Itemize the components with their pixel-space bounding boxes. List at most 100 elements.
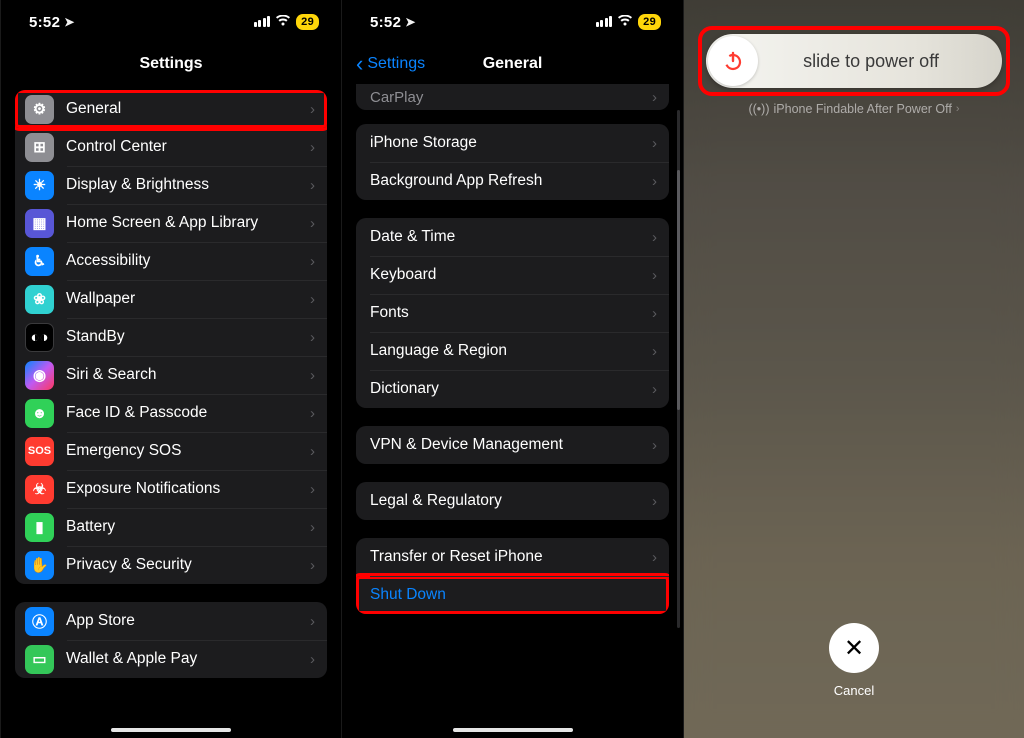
general-icon: ⚙︎ xyxy=(25,95,54,124)
display-icon: ☀︎ xyxy=(25,171,54,200)
row-privacy[interactable]: ✋Privacy & Security› xyxy=(15,546,327,584)
row-transfer-reset[interactable]: Transfer or Reset iPhone› xyxy=(356,538,669,576)
home-indicator[interactable] xyxy=(453,728,573,732)
screenshot-settings-root: 5:52 ➤ 29 Settings ⚙︎General›⊞Control Ce… xyxy=(0,0,341,738)
findmy-icon: ((•)) xyxy=(748,102,769,116)
chevron-right-icon: › xyxy=(310,443,315,460)
chevron-right-icon: › xyxy=(652,549,657,566)
location-icon: ➤ xyxy=(405,15,415,29)
battery-icon: ▮ xyxy=(25,513,54,542)
back-button[interactable]: ‹ Settings xyxy=(356,44,425,84)
chevron-right-icon: › xyxy=(652,305,657,322)
settings-scroll[interactable]: ⚙︎General›⊞Control Center›☀︎Display & Br… xyxy=(1,84,341,738)
row-label: General xyxy=(66,100,310,118)
chevron-right-icon: › xyxy=(310,481,315,498)
cellular-icon xyxy=(254,16,271,27)
exposure-icon: ☣ xyxy=(25,475,54,504)
row-shut-down[interactable]: Shut Down xyxy=(356,576,669,614)
page-title: General xyxy=(483,55,543,73)
row-label: Face ID & Passcode xyxy=(66,404,310,422)
chevron-right-icon: › xyxy=(652,493,657,510)
row-carplay-partial[interactable]: CarPlay › xyxy=(356,84,669,110)
findable-message[interactable]: ((•)) iPhone Findable After Power Off › xyxy=(684,102,1024,116)
home-screen-icon: ▦ xyxy=(25,209,54,238)
row-label: Dictionary xyxy=(370,380,652,398)
row-vpn[interactable]: VPN & Device Management› xyxy=(356,426,669,464)
chevron-right-icon: › xyxy=(310,177,315,194)
row-legal[interactable]: Legal & Regulatory› xyxy=(356,482,669,520)
chevron-right-icon: › xyxy=(310,613,315,630)
row-label: Privacy & Security xyxy=(66,556,310,574)
row-dictionary[interactable]: Dictionary› xyxy=(356,370,669,408)
row-label: Control Center xyxy=(66,138,310,156)
row-battery[interactable]: ▮Battery› xyxy=(15,508,327,546)
row-sos[interactable]: SOSEmergency SOS› xyxy=(15,432,327,470)
row-label: Accessibility xyxy=(66,252,310,270)
cancel-button[interactable]: ✕ xyxy=(829,623,879,673)
chevron-right-icon: › xyxy=(310,405,315,422)
row-exposure[interactable]: ☣ Exposure Notifications› xyxy=(15,470,327,508)
row-fonts[interactable]: Fonts› xyxy=(356,294,669,332)
row-keyboard[interactable]: Keyboard› xyxy=(356,256,669,294)
status-bar: 5:52 ➤ 29 xyxy=(1,0,341,44)
row-iphone-storage[interactable]: iPhone Storage› xyxy=(356,124,669,162)
row-label: Transfer or Reset iPhone xyxy=(370,548,652,566)
row-accessibility[interactable]: ♿︎Accessibility› xyxy=(15,242,327,280)
row-bg-refresh[interactable]: Background App Refresh› xyxy=(356,162,669,200)
scrollbar[interactable] xyxy=(677,110,680,628)
row-language[interactable]: Language & Region› xyxy=(356,332,669,370)
chevron-right-icon: › xyxy=(310,139,315,156)
row-label: Language & Region xyxy=(370,342,652,360)
chevron-right-icon: › xyxy=(652,343,657,360)
screenshot-general: 5:52 ➤ 29 ‹ Settings General CarPlay › i… xyxy=(341,0,683,738)
general-group-input: Date & Time›Keyboard›Fonts›Language & Re… xyxy=(356,218,669,408)
chevron-right-icon: › xyxy=(310,215,315,232)
home-indicator[interactable] xyxy=(111,728,231,732)
general-group-legal: Legal & Regulatory› xyxy=(356,482,669,520)
row-display[interactable]: ☀︎ Display & Brightness› xyxy=(15,166,327,204)
chevron-right-icon: › xyxy=(652,437,657,454)
row-label: iPhone Storage xyxy=(370,134,652,152)
row-faceid[interactable]: ☻ Face ID & Passcode› xyxy=(15,394,327,432)
battery-icon: 29 xyxy=(638,14,661,30)
row-standby[interactable]: ◐◑StandBy› xyxy=(15,318,327,356)
row-siri[interactable]: ◉Siri & Search› xyxy=(15,356,327,394)
highlight-box xyxy=(698,26,1010,96)
row-label: Wallet & Apple Pay xyxy=(66,650,310,668)
row-wallet[interactable]: ▭Wallet & Apple Pay› xyxy=(15,640,327,678)
chevron-right-icon: › xyxy=(652,173,657,190)
row-date-time[interactable]: Date & Time› xyxy=(356,218,669,256)
siri-icon: ◉ xyxy=(25,361,54,390)
status-time: 5:52 xyxy=(370,14,401,31)
row-label: Siri & Search xyxy=(66,366,310,384)
row-label: Date & Time xyxy=(370,228,652,246)
chevron-right-icon: › xyxy=(652,135,657,152)
cancel-label: Cancel xyxy=(834,683,874,698)
settings-group-apps: ⒶApp Store›▭Wallet & Apple Pay› xyxy=(15,602,327,678)
row-label: Display & Brightness xyxy=(66,176,310,194)
row-label: Background App Refresh xyxy=(370,172,652,190)
status-time: 5:52 xyxy=(29,14,60,31)
faceid-icon: ☻ xyxy=(25,399,54,428)
row-appstore[interactable]: ⒶApp Store› xyxy=(15,602,327,640)
chevron-right-icon: › xyxy=(310,101,315,118)
row-label: Home Screen & App Library xyxy=(66,214,310,232)
accessibility-icon: ♿︎ xyxy=(25,247,54,276)
row-home-screen[interactable]: ▦ Home Screen & App Library› xyxy=(15,204,327,242)
wifi-icon xyxy=(617,14,633,30)
row-general[interactable]: ⚙︎ General› xyxy=(15,90,327,128)
general-group-system: Transfer or Reset iPhone›Shut Down xyxy=(356,538,669,614)
row-control-center[interactable]: ⊞ Control Center› xyxy=(15,128,327,166)
row-label: Exposure Notifications xyxy=(66,480,310,498)
row-label: VPN & Device Management xyxy=(370,436,652,454)
battery-icon: 29 xyxy=(296,14,319,30)
standby-icon: ◐◑ xyxy=(25,323,54,352)
general-group-storage: iPhone Storage›Background App Refresh› xyxy=(356,124,669,200)
power-off-slider-container: slide to power off xyxy=(706,34,1002,88)
back-label: Settings xyxy=(367,55,425,73)
row-label: Keyboard xyxy=(370,266,652,284)
sos-icon: SOS xyxy=(25,437,54,466)
control-center-icon: ⊞ xyxy=(25,133,54,162)
row-wallpaper[interactable]: ❀Wallpaper› xyxy=(15,280,327,318)
row-label: Battery xyxy=(66,518,310,536)
